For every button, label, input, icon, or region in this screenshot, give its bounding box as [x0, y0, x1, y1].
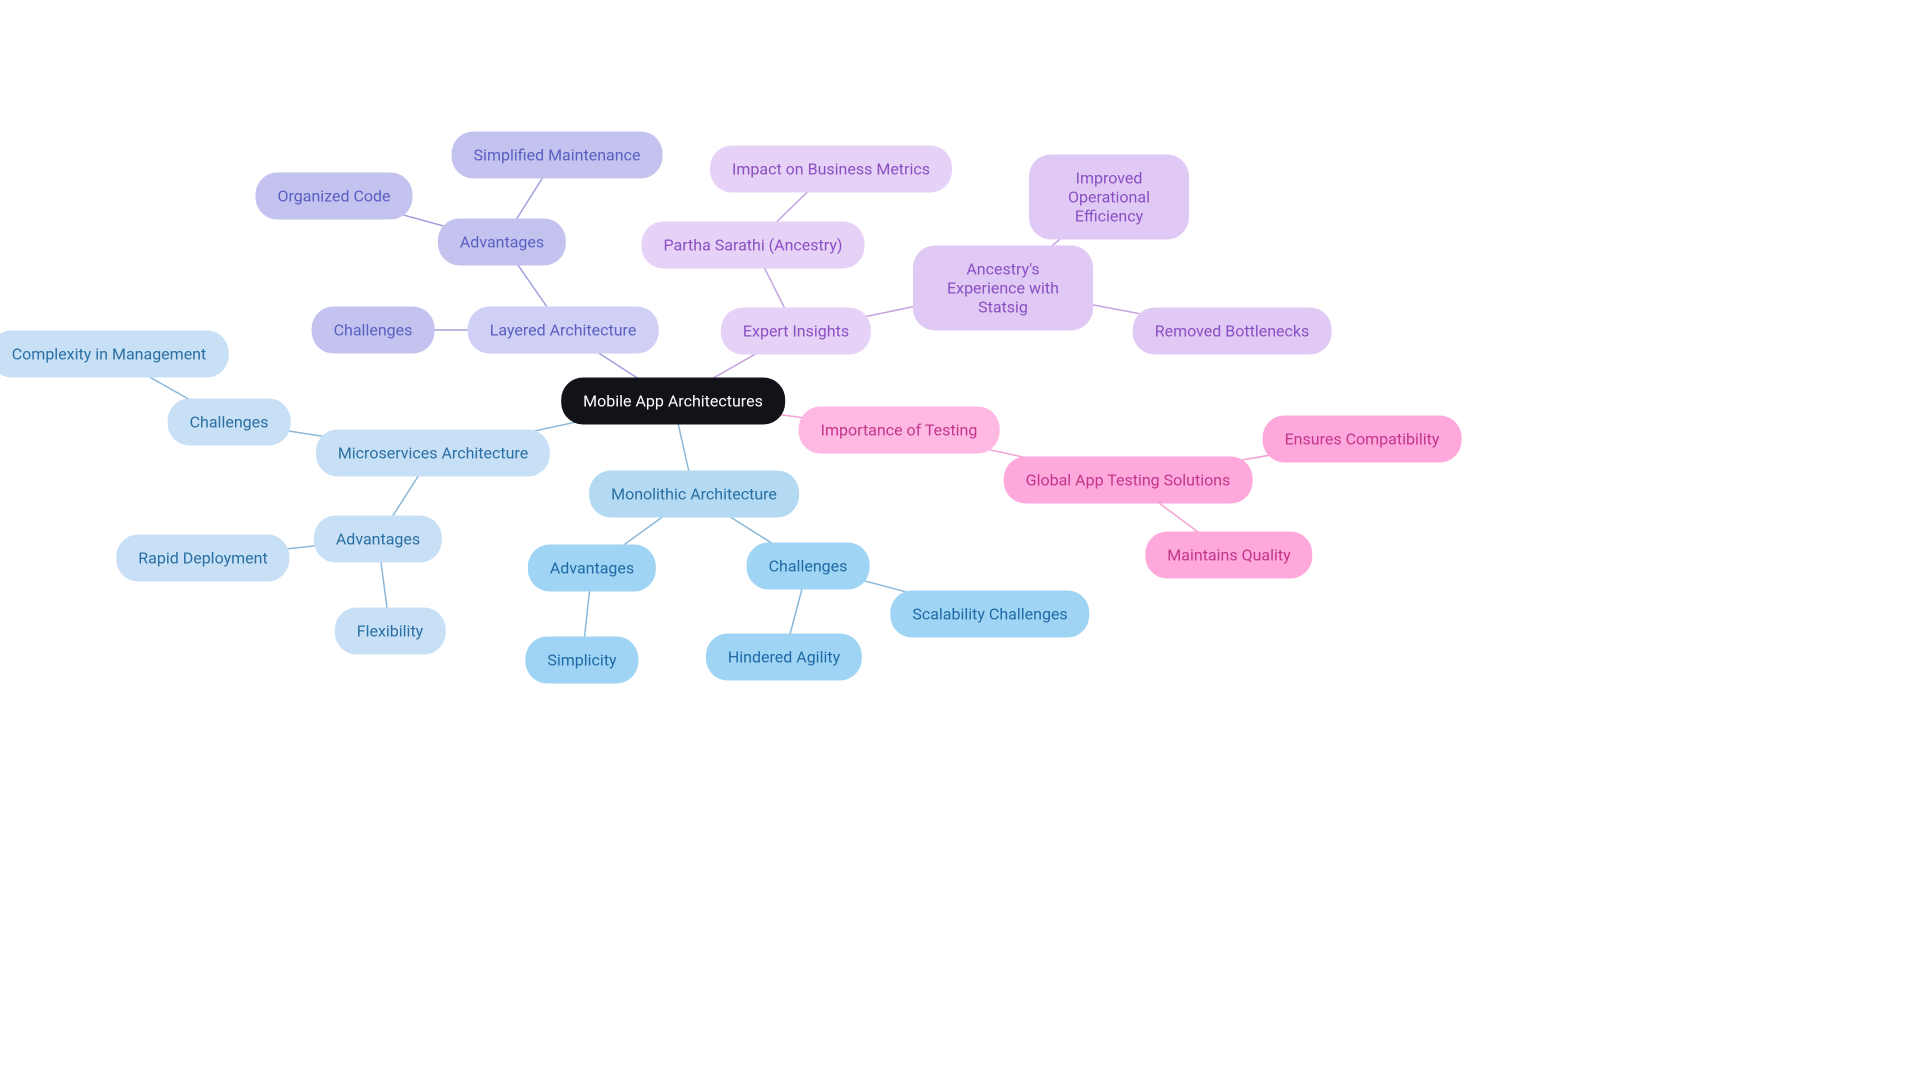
rapid-deployment-node[interactable]: Rapid Deployment: [116, 535, 289, 582]
monolithic-architecture-node[interactable]: Monolithic Architecture: [589, 471, 799, 518]
scalability-challenges-node[interactable]: Scalability Challenges: [890, 591, 1089, 638]
expert-insights-node[interactable]: Expert Insights: [721, 308, 871, 355]
complexity-management-node[interactable]: Complexity in Management: [0, 331, 228, 378]
improved-efficiency-node[interactable]: Improved Operational Efficiency: [1029, 155, 1189, 240]
hindered-agility-node[interactable]: Hindered Agility: [706, 634, 862, 681]
organized-code-node[interactable]: Organized Code: [255, 173, 412, 220]
flexibility-node[interactable]: Flexibility: [335, 608, 446, 655]
layered-advantages-node[interactable]: Advantages: [438, 219, 566, 266]
simplicity-node[interactable]: Simplicity: [525, 637, 638, 684]
global-app-testing-node[interactable]: Global App Testing Solutions: [1004, 457, 1253, 504]
edges-layer: [0, 0, 1920, 1083]
maintains-quality-node[interactable]: Maintains Quality: [1145, 532, 1312, 579]
microservices-advantages-node[interactable]: Advantages: [314, 516, 442, 563]
layered-challenges-node[interactable]: Challenges: [312, 307, 435, 354]
ensures-compatibility-node[interactable]: Ensures Compatibility: [1263, 416, 1462, 463]
removed-bottlenecks-node[interactable]: Removed Bottlenecks: [1133, 308, 1332, 355]
monolithic-advantages-node[interactable]: Advantages: [528, 545, 656, 592]
monolithic-challenges-node[interactable]: Challenges: [747, 543, 870, 590]
ancestry-experience-node[interactable]: Ancestry's Experience with Statsig: [913, 246, 1093, 331]
microservices-challenges-node[interactable]: Challenges: [168, 399, 291, 446]
partha-sarathi-node[interactable]: Partha Sarathi (Ancestry): [642, 222, 865, 269]
root-node[interactable]: Mobile App Architectures: [561, 378, 785, 425]
impact-business-metrics-node[interactable]: Impact on Business Metrics: [710, 146, 952, 193]
mindmap-canvas: Mobile App Architectures Monolithic Arch…: [0, 0, 1920, 1083]
layered-architecture-node[interactable]: Layered Architecture: [468, 307, 659, 354]
microservices-architecture-node[interactable]: Microservices Architecture: [316, 430, 550, 477]
simplified-maintenance-node[interactable]: Simplified Maintenance: [452, 132, 663, 179]
importance-testing-node[interactable]: Importance of Testing: [799, 407, 1000, 454]
